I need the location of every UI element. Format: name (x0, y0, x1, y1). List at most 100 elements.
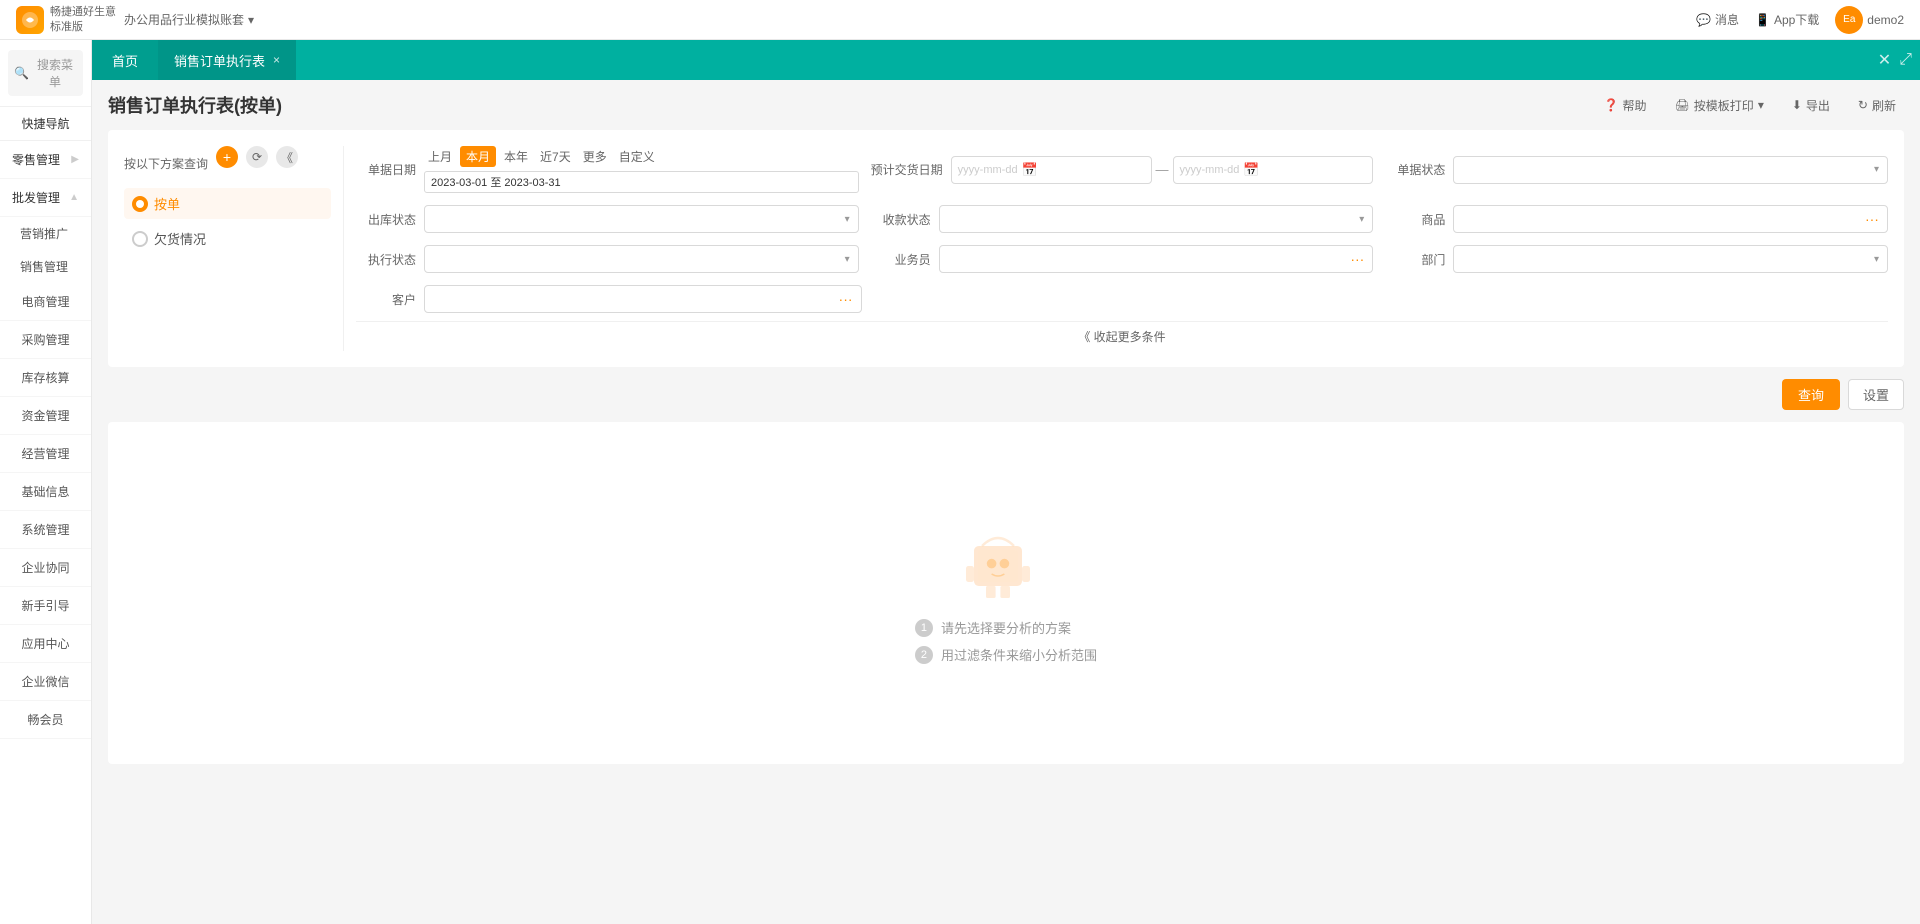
chevron-down-icon: ▾ (1874, 254, 1879, 265)
expected-date-end[interactable]: yyyy-mm-dd 📅 (1173, 156, 1374, 184)
top-bar-left: 畅捷通好生意 标准版 办公用品行业模拟账套 ▾ (16, 5, 254, 34)
filter-refresh-button[interactable]: ⟳ (246, 146, 268, 168)
main-content: 首页 销售订单执行表 × ✕ ⤢ 销售订单执行表(按单) ❓ 帮助 (92, 40, 1920, 924)
expected-date-start[interactable]: yyyy-mm-dd 📅 (951, 156, 1152, 184)
filter-left: 按以下方案查询 + ⟳ 《 按单 (124, 146, 344, 351)
sidebar-item-finance[interactable]: 资金管理 (0, 397, 91, 435)
top-bar-right: 💬 消息 📱 App下载 Ea demo2 (1696, 6, 1904, 34)
tab-home[interactable]: 首页 (92, 40, 158, 80)
scheme-item-order[interactable]: 按单 (124, 188, 331, 219)
sidebar-item-system[interactable]: 系统管理 (0, 511, 91, 549)
tab-expand-button[interactable]: ⤢ (1899, 51, 1912, 69)
help-button[interactable]: ❓ 帮助 (1596, 93, 1655, 118)
customer-input[interactable]: ··· (424, 285, 862, 313)
filter-add-button[interactable]: + (216, 146, 238, 168)
sidebar-item-basic-info[interactable]: 基础信息 (0, 473, 91, 511)
empty-illustration (956, 522, 1056, 602)
sidebar-item-enterprise[interactable]: 企业协同 (0, 549, 91, 587)
expected-date-range: yyyy-mm-dd 📅 — yyyy-mm-dd 📅 (951, 156, 1374, 184)
goods-input[interactable]: ··· (1453, 205, 1888, 233)
tab-close-all-button[interactable]: ✕ (1878, 50, 1891, 70)
scheme-active-icon (132, 196, 148, 212)
filter-field-exec-status: 执行状态 ▾ (356, 245, 859, 273)
sidebar-item-sales[interactable]: 销售管理 (0, 250, 91, 283)
app-download-action[interactable]: 📱 App下载 (1755, 11, 1819, 28)
filter-actions: + ⟳ 《 (216, 146, 298, 168)
calendar-end-icon: 📅 (1243, 162, 1259, 178)
date-tab-last-month[interactable]: 上月 (424, 146, 456, 167)
settings-button[interactable]: 设置 (1848, 379, 1904, 410)
page-container: 销售订单执行表(按单) ❓ 帮助 🖨 按模板打印 ▾ ⬇ 导出 (92, 80, 1920, 924)
message-action[interactable]: 💬 消息 (1696, 11, 1739, 28)
avatar: Ea (1835, 6, 1863, 34)
sidebar-item-app-center[interactable]: 应用中心 (0, 625, 91, 663)
hint-num-2: 2 (915, 646, 933, 664)
chevron-icon: ▲ (69, 192, 79, 203)
collapse-bar[interactable]: 《 收起更多条件 (356, 321, 1888, 351)
sidebar-item-purchase[interactable]: 采购管理 (0, 321, 91, 359)
exec-status-select[interactable]: ▾ (424, 245, 859, 273)
sidebar-item-inventory[interactable]: 库存核算 (0, 359, 91, 397)
search-menu-button[interactable]: 🔍 搜索菜单 (8, 50, 83, 96)
date-tab-this-year[interactable]: 本年 (500, 146, 532, 167)
message-icon: 💬 (1696, 13, 1711, 27)
user-action[interactable]: Ea demo2 (1835, 6, 1904, 34)
sidebar-item-member[interactable]: 畅会员 (0, 701, 91, 739)
page-title-bar: 销售订单执行表(按单) ❓ 帮助 🖨 按模板打印 ▾ ⬇ 导出 (108, 92, 1904, 118)
sidebar-item-wechat[interactable]: 企业微信 (0, 663, 91, 701)
sidebar-item-wholesale[interactable]: 批发管理 ▲ (0, 179, 91, 217)
sidebar-item-marketing[interactable]: 营销推广 (0, 217, 91, 250)
more-icon: ··· (1865, 211, 1879, 227)
sidebar-item-operations[interactable]: 经营管理 (0, 435, 91, 473)
filter-row-2: 出库状态 ▾ 收款状态 ▾ (356, 205, 1888, 233)
refresh-button[interactable]: ↻ 刷新 (1850, 93, 1904, 118)
tab-bar-actions: ✕ ⤢ (1878, 50, 1920, 70)
salesperson-input[interactable]: ··· (939, 245, 1374, 273)
export-button[interactable]: ⬇ 导出 (1784, 93, 1838, 118)
top-bar: 畅捷通好生意 标准版 办公用品行业模拟账套 ▾ 💬 消息 📱 App下载 Ea … (0, 0, 1920, 40)
dept-select[interactable]: ▾ (1453, 245, 1888, 273)
scheme-inactive-icon (132, 231, 148, 247)
sidebar-item-guide[interactable]: 新手引导 (0, 587, 91, 625)
scheme-item-shortage[interactable]: 欠货情况 (124, 223, 331, 254)
print-button[interactable]: 🖨 按模板打印 ▾ (1667, 93, 1772, 118)
date-tab-more[interactable]: 更多 (579, 146, 611, 167)
filter-layout: 按以下方案查询 + ⟳ 《 按单 (124, 146, 1888, 351)
date-tabs: 上月 本月 本年 近7天 更多 自定义 (424, 146, 859, 167)
date-tab-this-month[interactable]: 本月 (460, 146, 496, 167)
help-icon: ❓ (1604, 98, 1619, 112)
phone-icon: 📱 (1755, 13, 1770, 27)
query-button[interactable]: 查询 (1782, 379, 1840, 410)
more-icon: ··· (1350, 251, 1364, 267)
date-tab-custom[interactable]: 自定义 (615, 146, 659, 167)
filter-section-title: 按以下方案查询 + ⟳ 《 (124, 146, 331, 180)
filter-field-salesperson: 业务员 ··· (871, 245, 1374, 273)
filter-field-dept: 部门 ▾ (1385, 245, 1888, 273)
chevron-down-icon: ▾ (845, 254, 850, 265)
filter-collapse-left-button[interactable]: 《 (276, 146, 298, 168)
print-chevron-icon: ▾ (1758, 98, 1764, 112)
logo-area: 畅捷通好生意 标准版 (16, 5, 116, 34)
sidebar-quick-nav: 快捷导航 (0, 107, 91, 141)
chevron-down-icon: ▾ (248, 13, 254, 27)
search-icon: 🔍 (14, 66, 29, 80)
filter-field-goods: 商品 ··· (1385, 205, 1888, 233)
doc-status-select[interactable]: ▾ (1453, 156, 1888, 184)
calendar-icon: 📅 (1022, 162, 1038, 178)
filter-panel: 按以下方案查询 + ⟳ 《 按单 (108, 130, 1904, 367)
sidebar-item-retail[interactable]: 零售管理 ▶ (0, 141, 91, 179)
filter-row-1: 单据日期 上月 本月 本年 近7天 更多 自定义 (356, 146, 1888, 193)
chevron-down-icon: ▾ (1359, 214, 1364, 225)
tab-active[interactable]: 销售订单执行表 × (158, 40, 296, 80)
tab-bar: 首页 销售订单执行表 × ✕ ⤢ (92, 40, 1920, 80)
company-selector[interactable]: 办公用品行业模拟账套 ▾ (124, 11, 254, 28)
action-buttons: 查询 设置 (108, 379, 1904, 410)
date-tab-7days[interactable]: 近7天 (536, 146, 575, 167)
date-range: 2023-03-01 至 2023-03-31 (424, 171, 859, 193)
receipt-status-select[interactable]: ▾ (939, 205, 1374, 233)
out-status-select[interactable]: ▾ (424, 205, 859, 233)
filter-field-customer: 客户 ··· (356, 285, 862, 313)
sidebar-item-ecommerce[interactable]: 电商管理 (0, 283, 91, 321)
logo-icon (16, 6, 44, 34)
tab-close-button[interactable]: × (273, 53, 280, 67)
